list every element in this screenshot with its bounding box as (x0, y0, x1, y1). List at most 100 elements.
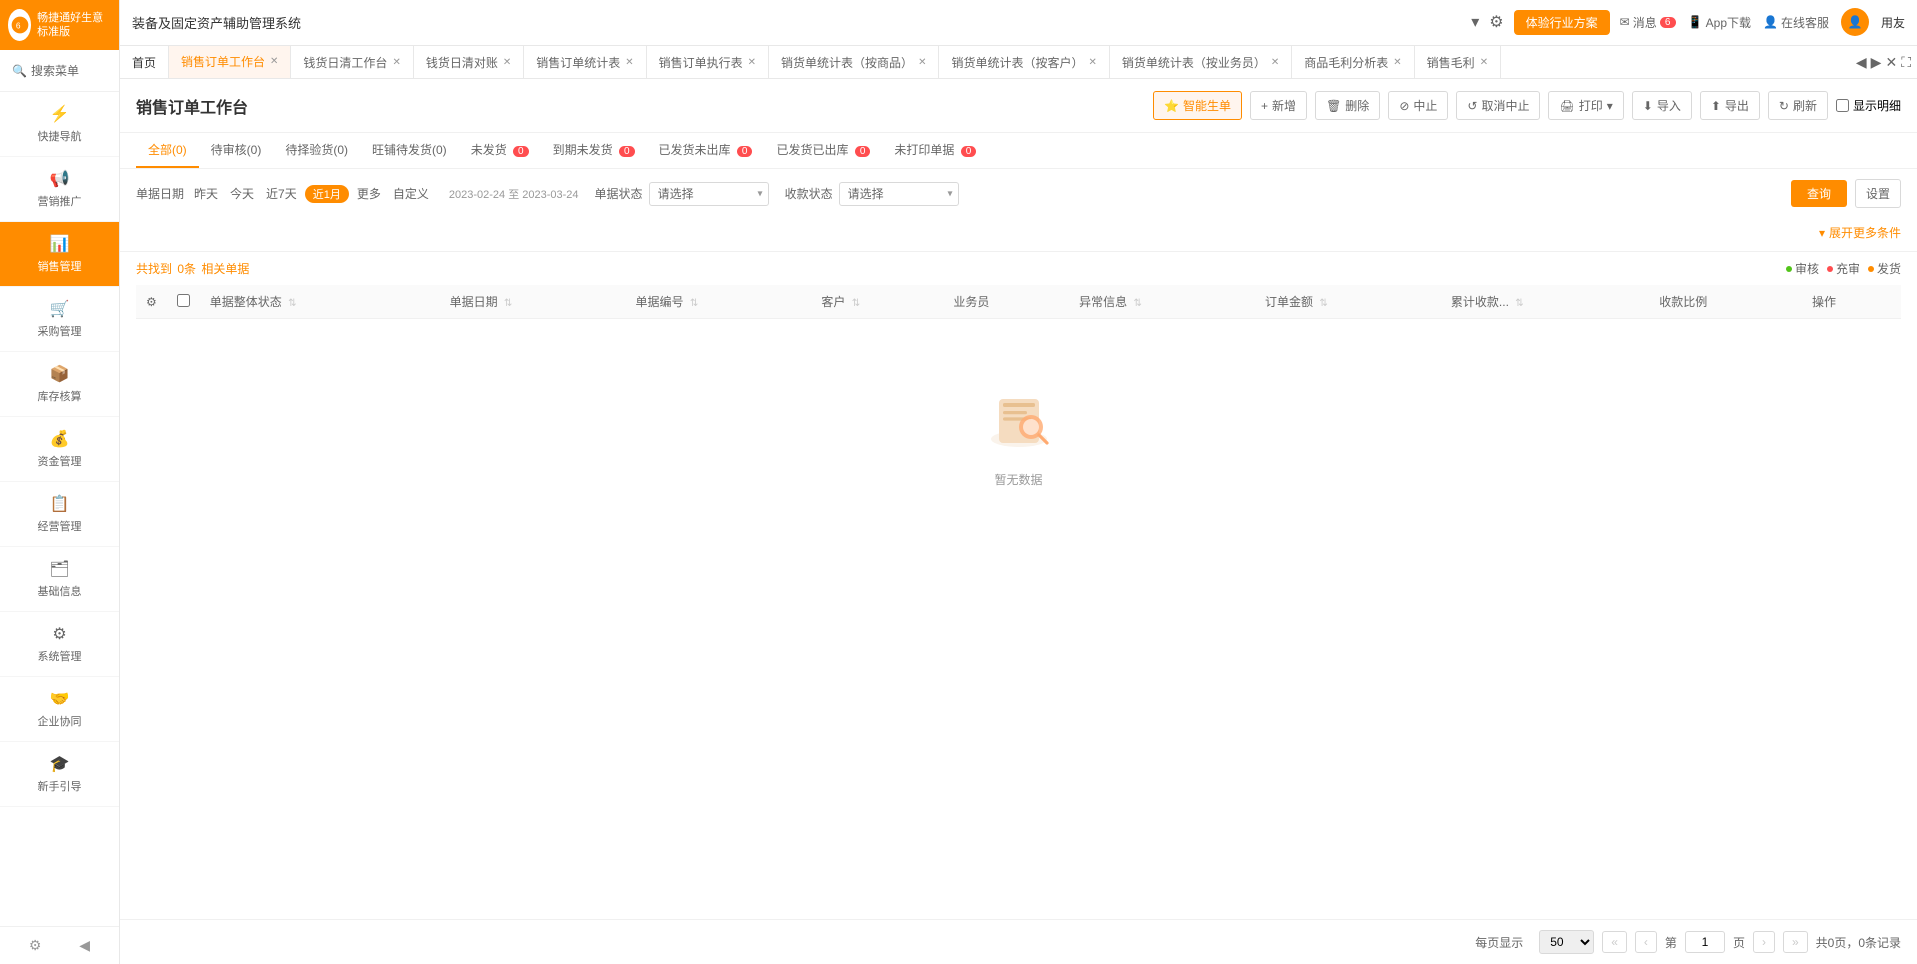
search-menu-button[interactable]: 🔍 搜索菜单 (8, 58, 111, 83)
tab-sales-exec[interactable]: 销售订单执行表 ✕ (647, 46, 769, 79)
date-today-btn[interactable]: 今天 (226, 183, 258, 204)
delete-button[interactable]: 🗑 删除 (1315, 91, 1380, 120)
date-1month-btn[interactable]: 近1月 (305, 185, 349, 203)
col-customer-sort[interactable]: ⇅ (852, 298, 860, 309)
col-collected-sort[interactable]: ⇅ (1515, 298, 1523, 309)
topbar-gear-button[interactable]: ⚙ (1489, 12, 1503, 32)
tab-goods-stats-product[interactable]: 销货单统计表（按商品） ✕ (769, 46, 939, 79)
sidebar-item-operations[interactable]: 📋 经营管理 (0, 482, 119, 547)
cancel-review-action[interactable]: 充审 (1827, 260, 1860, 277)
prev-page-button[interactable]: ‹ (1635, 931, 1657, 953)
online-service-button[interactable]: 👤 在线客服 (1763, 14, 1829, 31)
tab-sales-stats[interactable]: 销售订单统计表 ✕ (524, 46, 646, 79)
sub-tab-all[interactable]: 全部(0) (136, 133, 199, 168)
col-customer-label: 客户 (821, 295, 845, 309)
tab-gross-profit[interactable]: 商品毛利分析表 ✕ (1292, 46, 1414, 79)
quick-nav-label: 快捷导航 (38, 128, 82, 144)
tabbar-next-button[interactable]: ▶ (1871, 54, 1882, 71)
select-all-checkbox[interactable] (177, 294, 190, 307)
tab-sales-exec-close[interactable]: ✕ (748, 57, 756, 68)
col-date-sort[interactable]: ⇅ (504, 298, 512, 309)
sidebar-item-finance[interactable]: 💰 资金管理 (0, 417, 119, 482)
sidebar-item-marketing[interactable]: 📢 营销推广 (0, 157, 119, 222)
tab-goods-stats-customer-close[interactable]: ✕ (1088, 57, 1096, 68)
sub-tab-pending-review[interactable]: 待审核(0) (199, 133, 274, 168)
payment-select[interactable]: 请选择 (839, 182, 959, 206)
tab-sales-workbench[interactable]: 销售订单工作台 ✕ (169, 46, 291, 79)
sidebar-item-system[interactable]: ⚙ 系统管理 (0, 612, 119, 677)
tabbar-maximize-button[interactable]: ⛶ (1901, 54, 1911, 71)
sidebar-item-purchase[interactable]: 🛒 采购管理 (0, 287, 119, 352)
add-button[interactable]: + 新增 (1250, 91, 1307, 120)
sub-tab-shipped-not-out[interactable]: 已发货未出库 0 (647, 133, 765, 168)
tab-sales-stats-close[interactable]: ✕ (625, 57, 633, 68)
sidebar-collapse-button[interactable]: ◀ (79, 937, 90, 954)
tab-goods-stats-customer[interactable]: 销货单统计表（按客户） ✕ (939, 46, 1109, 79)
stop-button[interactable]: ⊘ 中止 (1388, 91, 1448, 120)
tab-cash-reconcile[interactable]: 钱货日清对账 ✕ (414, 46, 524, 79)
tab-cash-daily[interactable]: 钱货日清工作台 ✕ (291, 46, 413, 79)
user-avatar[interactable]: 👤 (1841, 8, 1869, 36)
query-button[interactable]: 查询 (1791, 180, 1847, 207)
page-input[interactable]: 1 (1685, 931, 1725, 953)
show-detail-checkbox-label[interactable]: 显示明细 (1836, 97, 1901, 114)
next-page-button[interactable]: › (1753, 931, 1775, 953)
date-yesterday-btn[interactable]: 昨天 (190, 183, 222, 204)
column-settings-icon[interactable]: ⚙ (146, 295, 157, 309)
sidebar-item-guide[interactable]: 🎓 新手引导 (0, 742, 119, 807)
sidebar-settings-button[interactable]: ⚙ (29, 937, 42, 954)
tabbar-close-all-button[interactable]: ✕ (1885, 54, 1897, 71)
expand-conditions-button[interactable]: ▾ 展开更多条件 (1819, 224, 1901, 241)
filter-settings-button[interactable]: 设置 (1855, 179, 1901, 208)
last-page-button[interactable]: » (1783, 931, 1808, 953)
col-exception-sort[interactable]: ⇅ (1134, 298, 1142, 309)
review-action[interactable]: 审核 (1786, 260, 1819, 277)
sub-tab-overdue-ship[interactable]: 到期未发货 0 (541, 133, 647, 168)
sub-tab-wang-pending[interactable]: 旺铺待发货(0) (360, 133, 459, 168)
import-button[interactable]: ⬇ 导入 (1632, 91, 1692, 120)
sidebar-item-enterprise[interactable]: 🤝 企业协同 (0, 677, 119, 742)
tab-sales-workbench-close[interactable]: ✕ (270, 56, 278, 67)
col-status-sort[interactable]: ⇅ (288, 298, 296, 309)
tab-goods-stats-sales-close[interactable]: ✕ (1271, 57, 1279, 68)
sidebar-item-basic-info[interactable]: 🗂 基础信息 (0, 547, 119, 612)
tab-sales-profit-close[interactable]: ✕ (1480, 57, 1488, 68)
ship-action[interactable]: 发货 (1868, 260, 1901, 277)
cancel-stop-button[interactable]: ↺ 取消中止 (1456, 91, 1540, 120)
date-more-btn[interactable]: 更多 (353, 183, 385, 204)
date-filter: 单据日期 昨天 今天 近7天 近1月 更多 自定义 (136, 183, 433, 204)
first-page-button[interactable]: « (1602, 931, 1627, 953)
tabbar-prev-button[interactable]: ◀ (1856, 54, 1867, 71)
tab-goods-stats-product-close[interactable]: ✕ (918, 57, 926, 68)
export-button[interactable]: ⬆ 导出 (1700, 91, 1760, 120)
sub-tab-shipped-out[interactable]: 已发货已出库 0 (764, 133, 882, 168)
tab-goods-stats-sales[interactable]: 销货单统计表（按业务员） ✕ (1110, 46, 1292, 79)
date-7days-btn[interactable]: 近7天 (262, 183, 301, 204)
show-detail-checkbox[interactable] (1836, 99, 1849, 112)
col-number-sort[interactable]: ⇅ (690, 298, 698, 309)
tab-cash-reconcile-close[interactable]: ✕ (503, 57, 511, 68)
tab-home[interactable]: 首页 (120, 46, 169, 79)
tab-cash-daily-close[interactable]: ✕ (392, 57, 400, 68)
sub-tab-not-shipped[interactable]: 未发货 0 (459, 133, 541, 168)
col-amount-sort[interactable]: ⇅ (1319, 298, 1327, 309)
sub-tab-pending-inspect[interactable]: 待择验货(0) (273, 133, 360, 168)
topbar-actions: ✉ 消息 6 📱 App下载 👤 在线客服 👤 用友 (1620, 8, 1905, 36)
tab-sales-profit[interactable]: 销售毛利 ✕ (1415, 46, 1501, 79)
experience-button[interactable]: 体验行业方案 (1514, 10, 1610, 35)
message-button[interactable]: ✉ 消息 6 (1620, 14, 1676, 31)
sub-tab-not-printed[interactable]: 未打印单据 0 (882, 133, 988, 168)
print-button[interactable]: 🖨 打印 ▾ (1548, 91, 1623, 120)
topbar-settings-button[interactable]: ▾ (1471, 12, 1479, 32)
app-download-button[interactable]: 📱 App下载 (1688, 14, 1751, 31)
date-custom-btn[interactable]: 自定义 (389, 183, 433, 204)
smart-generate-button[interactable]: ⭐ 智能生单 (1153, 91, 1242, 120)
refresh-button[interactable]: ↻ 刷新 (1768, 91, 1828, 120)
tab-gross-profit-close[interactable]: ✕ (1393, 57, 1401, 68)
page-size-select[interactable]: 50 100 (1539, 930, 1594, 954)
sidebar-item-inventory[interactable]: 📦 库存核算 (0, 352, 119, 417)
finance-label: 资金管理 (38, 453, 82, 469)
status-select[interactable]: 请选择 (649, 182, 769, 206)
sidebar-item-quick-nav[interactable]: ⚡ 快捷导航 (0, 92, 119, 157)
sidebar-item-sales[interactable]: 📊 销售管理 (0, 222, 119, 287)
